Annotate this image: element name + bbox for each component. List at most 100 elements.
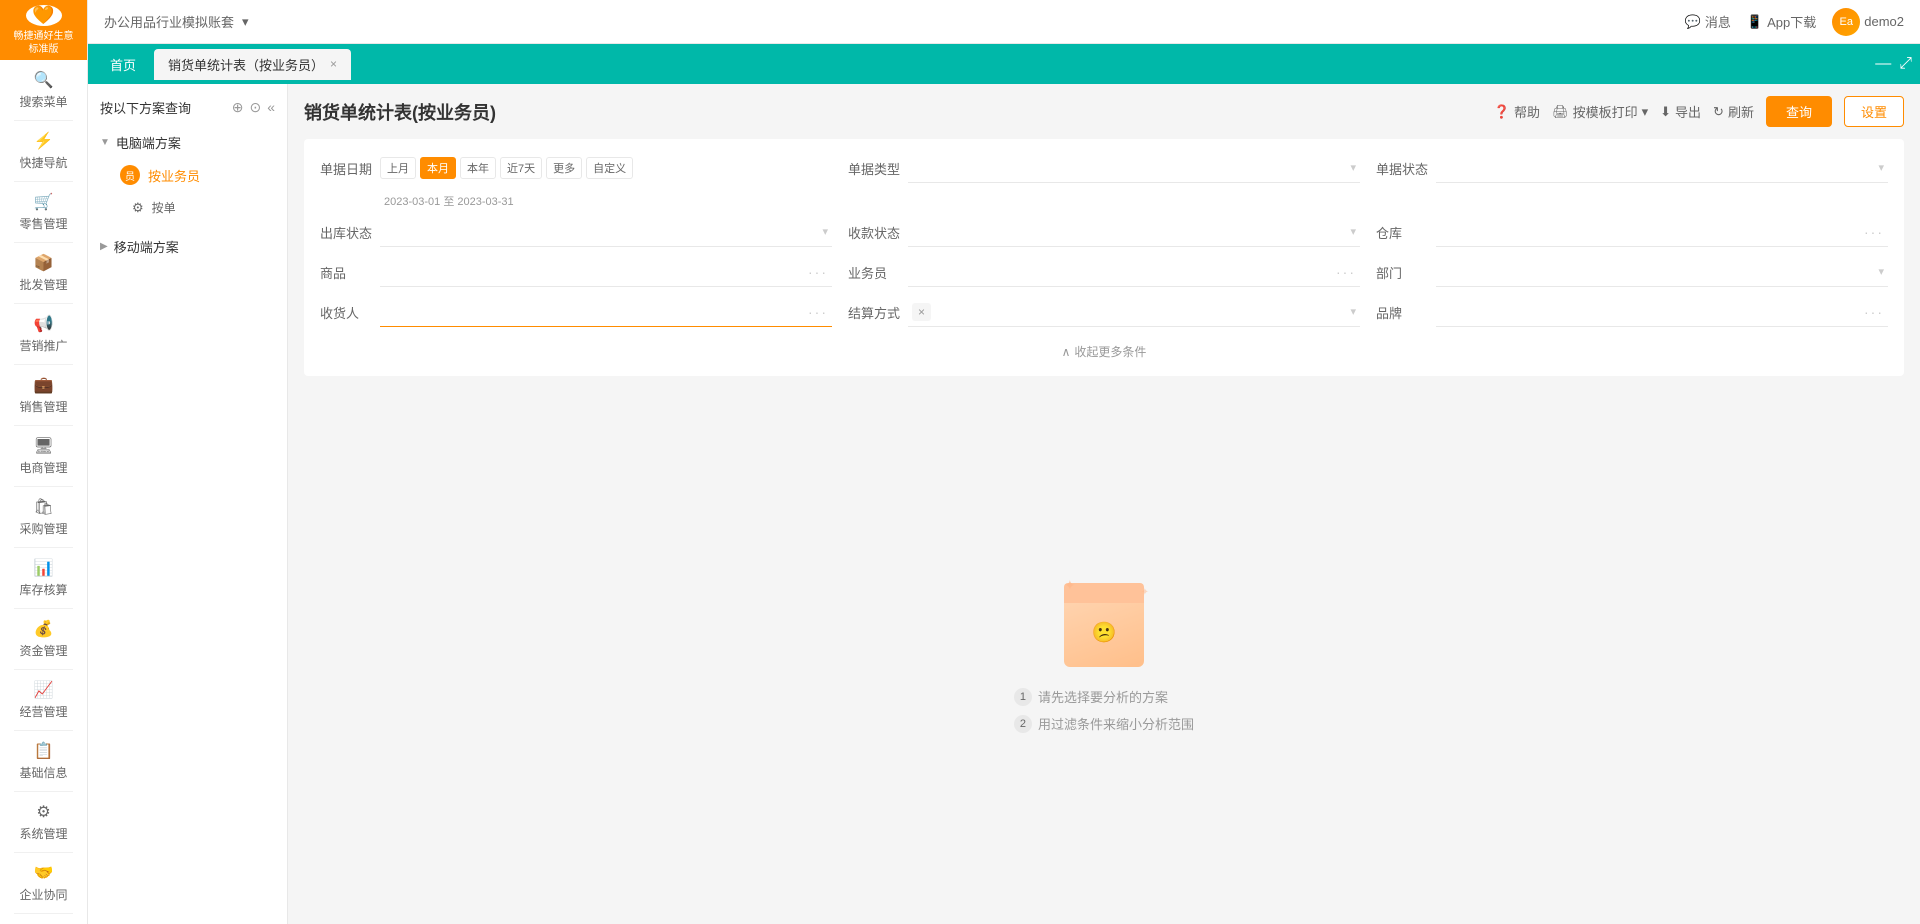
sidebar-item-marketing[interactable]: 📢 营销推广 (14, 304, 72, 365)
empty-icon: 😕 ✦ ✦ (1044, 567, 1164, 667)
date-more[interactable]: 更多 (546, 157, 582, 179)
settings-scheme-icon[interactable]: ⊙ (249, 99, 261, 116)
filter-department: 部门 ▾ (1376, 257, 1888, 287)
app-download-btn[interactable]: 📱 App下载 (1747, 12, 1816, 31)
marketing-icon: 📢 (34, 314, 54, 334)
salesperson-label: 业务员 (848, 263, 900, 282)
tree-parent-mobile[interactable]: ▶ 移动端方案 (88, 231, 287, 262)
filter-doctype: 单据类型 ▾ (848, 153, 1360, 183)
finance-icon: 💰 (34, 619, 54, 639)
child-icon: 员 (120, 165, 140, 185)
date-custom[interactable]: 自定义 (586, 157, 633, 179)
base-icon: 📋 (34, 741, 54, 761)
tab-close-icon[interactable]: × (330, 57, 337, 71)
refresh-btn[interactable]: ↻ 刷新 (1713, 102, 1754, 121)
tree-parent-pc[interactable]: ▼ 电脑端方案 (88, 127, 287, 158)
department-label: 部门 (1376, 263, 1428, 282)
sidebar-item-operations[interactable]: 📈 经营管理 (14, 670, 72, 731)
paystatus-input[interactable]: ▾ (908, 217, 1360, 247)
warehouse-label: 仓库 (1376, 223, 1428, 242)
sidebar-item-wholesale[interactable]: 📦 批发管理 (14, 243, 72, 304)
sidebar-label-search: 搜索菜单 (19, 93, 67, 110)
settings-button[interactable]: 设置 (1844, 96, 1904, 127)
sidebar-item-purchase[interactable]: 🛍 采购管理 (14, 487, 72, 548)
particle-1: ✦ (1064, 577, 1076, 594)
filter-settlement: 结算方式 × ▾ (848, 297, 1360, 327)
user-menu[interactable]: Ea demo2 (1832, 8, 1904, 36)
docstatus-input[interactable]: ▾ (1436, 153, 1888, 183)
date-this-month[interactable]: 本月 (420, 157, 456, 179)
tree-sub-child-order[interactable]: ⚙ 按单 (88, 192, 287, 223)
operations-icon: 📈 (34, 680, 54, 700)
sidebar-label-sales: 销售管理 (19, 398, 67, 415)
tab-active[interactable]: 销货单统计表（按业务员） × (154, 49, 351, 80)
window-min-icon[interactable]: — (1875, 55, 1891, 73)
sidebar-item-search[interactable]: 🔍 搜索菜单 (14, 60, 72, 121)
settlement-input[interactable]: × ▾ (908, 297, 1360, 327)
date-7days[interactable]: 近7天 (500, 157, 542, 179)
settlement-tag-close[interactable]: × (918, 305, 925, 319)
workspace-arrow[interactable]: ▾ (242, 14, 249, 30)
app-name: 畅捷通好生意 (14, 30, 74, 43)
empty-box: 😕 (1064, 597, 1144, 667)
date-range-display: 2023-03-01 至 2023-03-31 (384, 196, 514, 208)
sidebar-item-inventory[interactable]: 📊 库存核算 (14, 548, 72, 609)
panel-header: 按以下方案查询 ⊕ ⊙ « (88, 92, 287, 123)
workspace-title[interactable]: 办公用品行业模拟账套 (104, 12, 234, 31)
collapse-panel-icon[interactable]: « (267, 99, 275, 116)
warehouse-input[interactable]: ··· (1436, 217, 1888, 247)
content-area: 按以下方案查询 ⊕ ⊙ « ▼ 电脑端方案 员 按业务员 ⚙ 按 (88, 84, 1920, 924)
tree-pc-section: ▼ 电脑端方案 员 按业务员 ⚙ 按单 (88, 123, 287, 227)
brand-input[interactable]: ··· (1436, 297, 1888, 327)
product-input[interactable]: ··· (380, 257, 832, 287)
purchase-icon: 🛍 (33, 497, 53, 517)
collapse-btn[interactable]: ∧ 收起更多条件 (1062, 343, 1147, 360)
filter-date: 单据日期 上月 本月 本年 近7天 更多 自定义 (320, 157, 832, 179)
window-max-icon[interactable]: ⤢ (1899, 55, 1912, 73)
sidebar-label-quick-nav: 快捷导航 (19, 154, 67, 171)
retail-icon: 🛒 (34, 192, 54, 212)
warehouse-dots: ··· (1864, 224, 1884, 240)
sidebar-label-enterprise: 企业协同 (19, 886, 67, 903)
print-btn[interactable]: 🖨 按模板打印 ▾ (1552, 102, 1648, 121)
collapse-label: 收起更多条件 (1074, 343, 1146, 360)
sidebar-item-retail[interactable]: 🛒 零售管理 (14, 182, 72, 243)
sidebar-label-wholesale: 批发管理 (19, 276, 67, 293)
sidebar-item-ecommerce[interactable]: 🖥 电商管理 (14, 426, 72, 487)
ecommerce-icon: 🖥 (33, 436, 53, 456)
sidebar: 🧡 畅捷通好生意 标准版 🔍 搜索菜单 ⚡ 快捷导航 🛒 零售管理 📦 批发管理… (0, 0, 88, 924)
date-label: 单据日期 (320, 159, 372, 178)
sidebar-item-base[interactable]: 📋 基础信息 (14, 731, 72, 792)
tab-home[interactable]: 首页 (96, 49, 150, 80)
department-input[interactable]: ▾ (1436, 257, 1888, 287)
help-btn[interactable]: ❓ 帮助 (1494, 102, 1540, 121)
doctype-input[interactable]: ▾ (908, 153, 1360, 183)
tree-child-label: 按业务员 (148, 166, 200, 185)
message-btn[interactable]: 💬 消息 (1685, 12, 1731, 31)
outstatus-label: 出库状态 (320, 223, 372, 242)
department-arrow: ▾ (1878, 265, 1884, 278)
query-button[interactable]: 查询 (1766, 96, 1832, 127)
salesperson-input[interactable]: ··· (908, 257, 1360, 287)
empty-illustration: 😕 ✦ ✦ (1044, 567, 1164, 667)
tree-sub-label: 按单 (152, 199, 176, 216)
date-prev-month[interactable]: 上月 (380, 157, 416, 179)
consignee-label: 收货人 (320, 303, 372, 322)
settlement-tag: × (912, 303, 931, 321)
tree-child-salesperson[interactable]: 员 按业务员 (88, 158, 287, 192)
sidebar-label-finance: 资金管理 (19, 642, 67, 659)
sidebar-item-sales[interactable]: 💼 销售管理 (14, 365, 72, 426)
sidebar-item-finance[interactable]: 💰 资金管理 (14, 609, 72, 670)
sidebar-item-system[interactable]: ⚙ 系统管理 (14, 792, 72, 853)
sidebar-item-quick-nav[interactable]: ⚡ 快捷导航 (14, 121, 72, 182)
tree-parent-mobile-label: 移动端方案 (114, 237, 179, 256)
sidebar-item-enterprise[interactable]: 🤝 企业协同 (14, 853, 72, 914)
add-scheme-icon[interactable]: ⊕ (232, 99, 244, 116)
sidebar-item-newbie[interactable]: 🎯 新手引导 (14, 914, 72, 924)
date-this-year[interactable]: 本年 (460, 157, 496, 179)
brand-label: 品牌 (1376, 303, 1428, 322)
export-btn[interactable]: ⬇ 导出 (1660, 102, 1701, 121)
outstatus-input[interactable]: ▾ (380, 217, 832, 247)
consignee-input[interactable]: ··· (380, 297, 832, 327)
paystatus-arrow: ▾ (1350, 225, 1356, 238)
